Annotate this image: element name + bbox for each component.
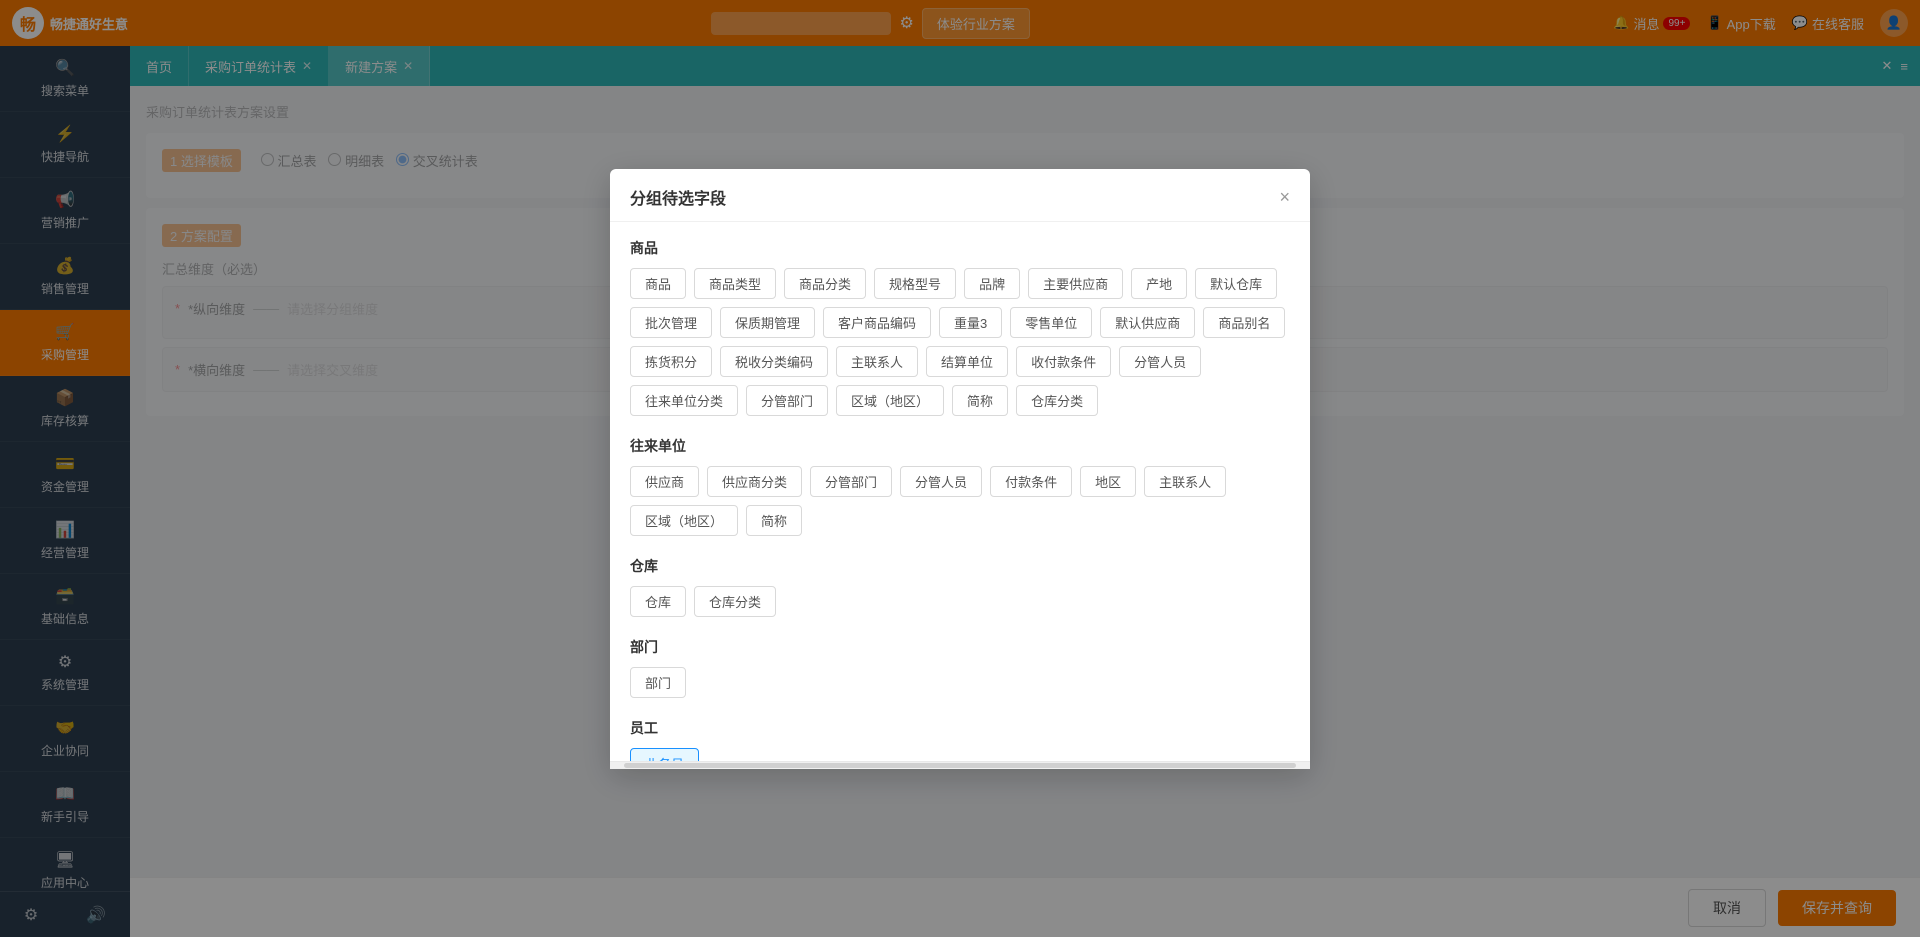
field-tags-4: 业务员 <box>630 748 1290 761</box>
field-tag-0-4[interactable]: 品牌 <box>964 268 1020 299</box>
field-tag-2-0[interactable]: 仓库 <box>630 586 686 617</box>
field-tag-3-0[interactable]: 部门 <box>630 667 686 698</box>
field-tag-0-20[interactable]: 分管人员 <box>1119 346 1201 377</box>
field-tag-0-9[interactable]: 保质期管理 <box>720 307 815 338</box>
field-section-3: 部门部门 <box>630 637 1290 698</box>
field-tag-0-7[interactable]: 默认仓库 <box>1195 268 1277 299</box>
field-tag-0-25[interactable]: 仓库分类 <box>1016 385 1098 416</box>
modal-scrollbar <box>610 761 1310 769</box>
field-section-title-3: 部门 <box>630 637 1290 657</box>
field-section-title-4: 员工 <box>630 718 1290 738</box>
field-tag-0-8[interactable]: 批次管理 <box>630 307 712 338</box>
modal-title: 分组待选字段 <box>630 185 726 209</box>
field-tag-0-15[interactable]: 拣货积分 <box>630 346 712 377</box>
field-tag-4-0[interactable]: 业务员 <box>630 748 699 761</box>
field-tag-1-8[interactable]: 简称 <box>746 505 802 536</box>
modal-close-btn[interactable]: × <box>1279 188 1290 206</box>
field-tag-0-2[interactable]: 商品分类 <box>784 268 866 299</box>
field-tag-1-5[interactable]: 地区 <box>1080 466 1136 497</box>
field-tag-0-17[interactable]: 主联系人 <box>836 346 918 377</box>
field-tag-1-3[interactable]: 分管人员 <box>900 466 982 497</box>
field-tag-0-10[interactable]: 客户商品编码 <box>823 307 931 338</box>
field-tag-0-11[interactable]: 重量3 <box>939 307 1002 338</box>
field-section-title-2: 仓库 <box>630 556 1290 576</box>
field-tags-1: 供应商供应商分类分管部门分管人员付款条件地区主联系人区域（地区） 简称 <box>630 466 1290 536</box>
field-tag-0-21[interactable]: 往来单位分类 <box>630 385 738 416</box>
field-tag-0-16[interactable]: 税收分类编码 <box>720 346 828 377</box>
field-tag-0-14[interactable]: 商品别名 <box>1203 307 1285 338</box>
field-tag-0-12[interactable]: 零售单位 <box>1010 307 1092 338</box>
field-section-title-0: 商品 <box>630 238 1290 258</box>
field-tags-3: 部门 <box>630 667 1290 698</box>
field-tag-2-1[interactable]: 仓库分类 <box>694 586 776 617</box>
field-tag-0-1[interactable]: 商品类型 <box>694 268 776 299</box>
modal: 分组待选字段 × 商品商品商品类型商品分类规格型号品牌主要供应商产地默认仓库批次… <box>610 169 1310 769</box>
field-section-2: 仓库仓库仓库分类 <box>630 556 1290 617</box>
field-tag-0-24[interactable]: 简称 <box>952 385 1008 416</box>
field-section-title-1: 往来单位 <box>630 436 1290 456</box>
field-tag-0-0[interactable]: 商品 <box>630 268 686 299</box>
field-tags-2: 仓库仓库分类 <box>630 586 1290 617</box>
field-section-0: 商品商品商品类型商品分类规格型号品牌主要供应商产地默认仓库批次管理保质期管理客户… <box>630 238 1290 416</box>
field-tag-0-22[interactable]: 分管部门 <box>746 385 828 416</box>
field-section-4: 员工业务员 <box>630 718 1290 761</box>
field-tag-0-18[interactable]: 结算单位 <box>926 346 1008 377</box>
modal-header: 分组待选字段 × <box>610 169 1310 222</box>
field-tag-1-1[interactable]: 供应商分类 <box>707 466 802 497</box>
field-tags-0: 商品商品类型商品分类规格型号品牌主要供应商产地默认仓库批次管理保质期管理客户商品… <box>630 268 1290 416</box>
field-tag-1-6[interactable]: 主联系人 <box>1144 466 1226 497</box>
modal-body: 商品商品商品类型商品分类规格型号品牌主要供应商产地默认仓库批次管理保质期管理客户… <box>610 222 1310 761</box>
field-tag-0-23[interactable]: 区域（地区） <box>836 385 944 416</box>
field-tag-1-0[interactable]: 供应商 <box>630 466 699 497</box>
field-section-1: 往来单位供应商供应商分类分管部门分管人员付款条件地区主联系人区域（地区） 简称 <box>630 436 1290 536</box>
field-tag-0-3[interactable]: 规格型号 <box>874 268 956 299</box>
field-tag-1-7[interactable]: 区域（地区） <box>630 505 738 536</box>
field-tag-0-6[interactable]: 产地 <box>1131 268 1187 299</box>
field-tag-0-5[interactable]: 主要供应商 <box>1028 268 1123 299</box>
field-tag-1-2[interactable]: 分管部门 <box>810 466 892 497</box>
field-tag-0-19[interactable]: 收付款条件 <box>1016 346 1111 377</box>
modal-overlay: 分组待选字段 × 商品商品商品类型商品分类规格型号品牌主要供应商产地默认仓库批次… <box>0 0 1920 937</box>
field-tag-1-4[interactable]: 付款条件 <box>990 466 1072 497</box>
field-tag-0-13[interactable]: 默认供应商 <box>1100 307 1195 338</box>
